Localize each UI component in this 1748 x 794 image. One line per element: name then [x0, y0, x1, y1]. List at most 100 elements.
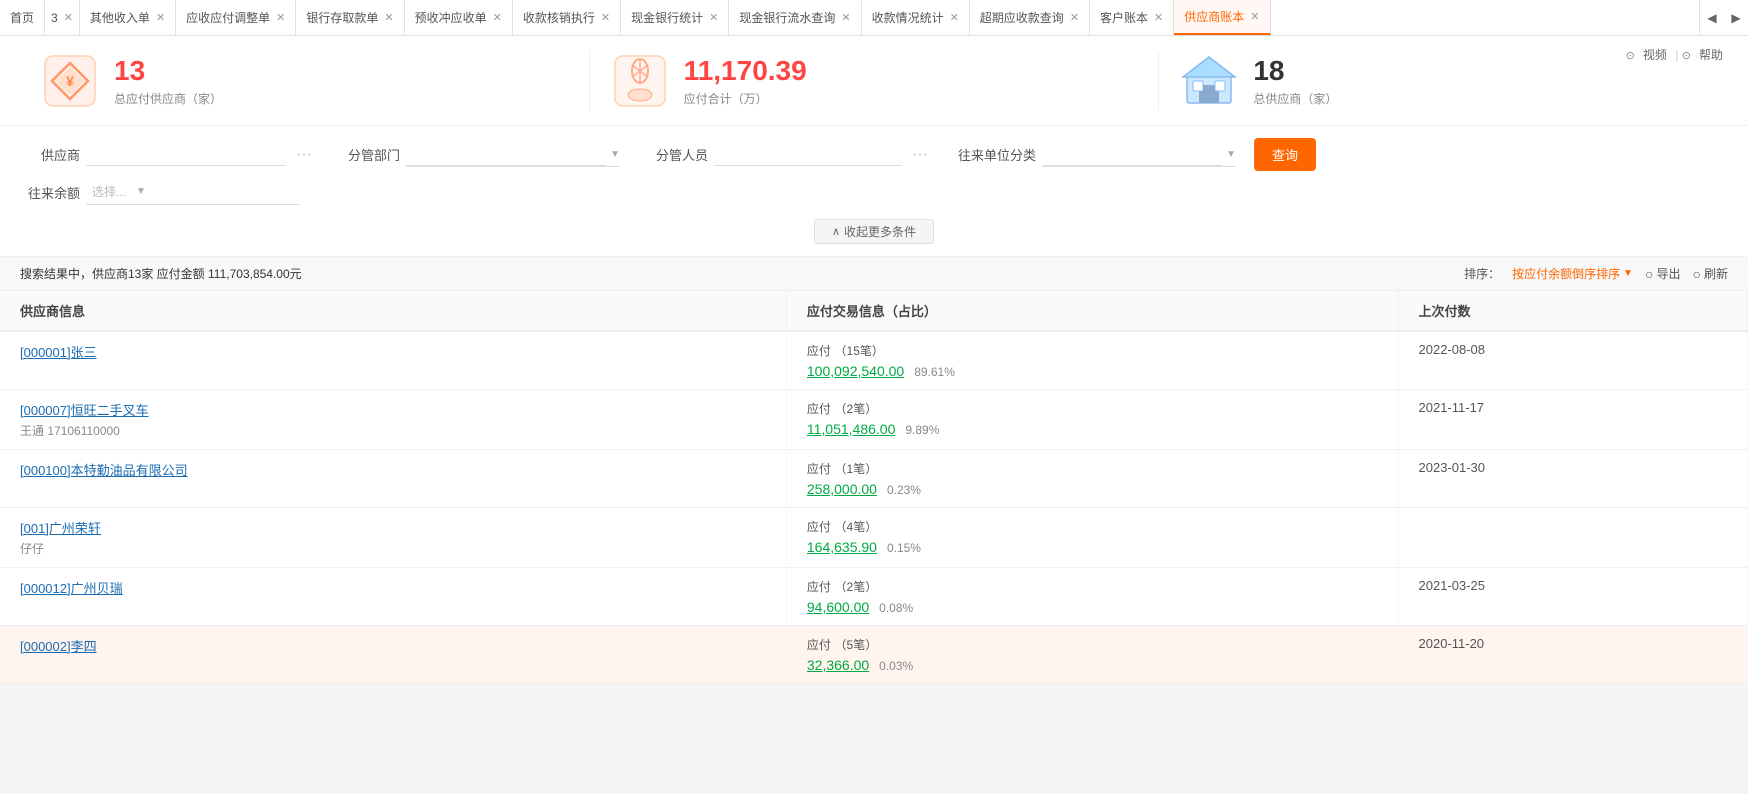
collapse-button[interactable]: ∧ 收起更多条件	[814, 219, 934, 244]
tab-3-label: 3	[51, 11, 58, 25]
tab-supplier-account[interactable]: 供应商账本 ✕	[1174, 0, 1270, 35]
cell-last-pay-1: 2021-11-17	[1398, 390, 1748, 450]
close-supplier-account[interactable]: ✕	[1250, 10, 1259, 23]
filter-balance: 往来余额 选择... ▼	[20, 179, 300, 205]
refresh-icon: ○	[1693, 266, 1701, 282]
stat-label-3: 总供应商（家）	[1253, 90, 1337, 107]
refresh-label: 刷新	[1704, 265, 1728, 282]
help-link[interactable]: 帮助	[1699, 48, 1723, 62]
tab-collect-stat-label: 收款情况统计	[872, 9, 944, 26]
filter-person-label: 分管人员	[648, 145, 708, 164]
tab-cash-bank-flow[interactable]: 现金银行流水查询 ✕	[729, 0, 861, 35]
close-collect-verify[interactable]: ✕	[601, 11, 610, 24]
cell-last-pay-5: 2020-11-20	[1398, 626, 1748, 684]
payable-amount-row-5: 32,366.000.03%	[807, 657, 1378, 673]
filter-supplier-input[interactable]	[86, 143, 286, 166]
filter-balance-placeholder[interactable]: 选择...	[86, 179, 132, 204]
payable-amount-1[interactable]: 11,051,486.00	[807, 421, 896, 437]
table-row: [000012]广州贝瑞应付 （2笔）94,600.000.08%2021-03…	[0, 568, 1748, 626]
close-ap-adjust[interactable]: ✕	[276, 11, 285, 24]
cell-last-pay-4: 2021-03-25	[1398, 568, 1748, 626]
tab-advance-collect[interactable]: 预收冲应收单 ✕	[405, 0, 513, 35]
stat-info-3: 18 总供应商（家）	[1253, 54, 1337, 107]
stats-bar: ¥ 13 总应付供应商（家）	[0, 36, 1748, 126]
close-advance-collect[interactable]: ✕	[493, 11, 502, 24]
filter-supplier-label: 供应商	[20, 145, 80, 164]
tab-collect-verify[interactable]: 收款核销执行 ✕	[513, 0, 621, 35]
tab-ap-adjust[interactable]: 应收应付调整单 ✕	[176, 0, 296, 35]
supplier-link-1[interactable]: [000007]恒旺二手叉车	[20, 403, 149, 418]
nav-arrow-left[interactable]: ◀	[1700, 0, 1724, 36]
video-link[interactable]: 视频	[1643, 48, 1667, 62]
close-cash-bank-flow[interactable]: ✕	[841, 11, 850, 24]
tab-collect-stat[interactable]: 收款情况统计 ✕	[862, 0, 970, 35]
payable-amount-3[interactable]: 164,635.90	[807, 539, 877, 555]
sort-label: 排序：	[1464, 265, 1500, 282]
filter-unit-class: 往来单位分类 ▼	[956, 143, 1236, 167]
payable-percent-0: 89.61%	[914, 365, 955, 379]
close-cash-bank-stat[interactable]: ✕	[709, 11, 718, 24]
cell-payable-info-5: 应付 （5笔）32,366.000.03%	[786, 626, 1398, 684]
tab-customer-account[interactable]: 客户账本 ✕	[1090, 0, 1174, 35]
filter-supplier-more[interactable]: ···	[296, 146, 312, 164]
filter-unit-class-dropdown[interactable]: ▼	[1226, 149, 1236, 160]
close-customer-account[interactable]: ✕	[1154, 11, 1163, 24]
close-collect-stat[interactable]: ✕	[950, 11, 959, 24]
close-bank-deposit[interactable]: ✕	[384, 11, 393, 24]
export-icon: ○	[1645, 266, 1653, 282]
supplier-link-2[interactable]: [000100]本特勤油品有限公司	[20, 463, 188, 478]
tab-overdue-collect[interactable]: 超期应收款查询 ✕	[970, 0, 1090, 35]
cell-supplier-info-5: [000002]李四	[0, 626, 786, 684]
cell-payable-info-2: 应付 （1笔）258,000.000.23%	[786, 450, 1398, 508]
filter-supplier: 供应商 ···	[20, 143, 312, 166]
supplier-link-5[interactable]: [000002]李四	[20, 639, 97, 654]
close-tab-3[interactable]: ✕	[64, 11, 73, 24]
filter-dept-label: 分管部门	[340, 145, 400, 164]
tab-other-income[interactable]: 其他收入单 ✕	[80, 0, 176, 35]
export-button[interactable]: ○ 导出	[1645, 265, 1680, 282]
filter-dept-dropdown-icon[interactable]: ▼	[610, 149, 620, 160]
refresh-button[interactable]: ○ 刷新	[1693, 265, 1728, 282]
supplier-link-4[interactable]: [000012]广州贝瑞	[20, 581, 123, 596]
tab-3[interactable]: 3 ✕	[45, 0, 80, 35]
filter-unit-class-input[interactable]	[1042, 143, 1222, 166]
payable-amount-0[interactable]: 100,092,540.00	[807, 363, 904, 379]
cell-supplier-info-3: [001]广州荣轩仔仔	[0, 508, 786, 568]
filter-dept: 分管部门 ▼	[340, 143, 620, 167]
cell-supplier-info-4: [000012]广州贝瑞	[0, 568, 786, 626]
filter-dept-input[interactable]	[406, 143, 606, 166]
close-overdue-collect[interactable]: ✕	[1070, 11, 1079, 24]
stat-num-1: 13	[114, 54, 222, 88]
sort-dropdown-icon[interactable]: ▼	[1623, 268, 1633, 279]
sort-select[interactable]: 按应付余额倒序排序 ▼	[1512, 265, 1633, 282]
filter-person-input[interactable]	[714, 143, 902, 166]
filter-balance-dropdown[interactable]: ▼	[136, 186, 146, 197]
tab-bank-deposit[interactable]: 银行存取款单 ✕	[296, 0, 404, 35]
col-header-payable: 应付交易信息（占比）	[786, 291, 1398, 331]
tab-ap-adjust-label: 应收应付调整单	[186, 9, 270, 26]
stat-num-2: 11,170.39	[684, 54, 807, 88]
filter-balance-label: 往来余额	[20, 183, 80, 202]
top-navigation: 首页 3 ✕ 其他收入单 ✕ 应收应付调整单 ✕ 银行存取款单 ✕ 预收冲应收单…	[0, 0, 1748, 36]
tab-customer-account-label: 客户账本	[1100, 9, 1148, 26]
tab-home[interactable]: 首页	[0, 0, 45, 35]
tab-other-income-label: 其他收入单	[90, 9, 150, 26]
search-button[interactable]: 查询	[1254, 138, 1316, 171]
filter-unit-class-wrapper: ▼	[1042, 143, 1236, 167]
supplier-link-0[interactable]: [000001]张三	[20, 345, 97, 360]
close-other-income[interactable]: ✕	[156, 11, 165, 24]
payable-amount-2[interactable]: 258,000.00	[807, 481, 877, 497]
supplier-link-3[interactable]: [001]广州荣轩	[20, 521, 101, 536]
result-bar: 搜索结果中，供应商13家 应付金额 111,703,854.00元 排序： 按应…	[0, 257, 1748, 291]
table-row: [001]广州荣轩仔仔应付 （4笔）164,635.900.15%	[0, 508, 1748, 568]
filter-row-2: 往来余额 选择... ▼	[20, 179, 1728, 205]
stat-icon-2	[610, 51, 670, 111]
payable-amount-5[interactable]: 32,366.00	[807, 657, 869, 673]
tab-overdue-collect-label: 超期应收款查询	[980, 9, 1064, 26]
payable-amount-4[interactable]: 94,600.00	[807, 599, 869, 615]
table-header: 供应商信息 应付交易信息（占比） 上次付数	[0, 291, 1748, 331]
tab-cash-bank-stat[interactable]: 现金银行统计 ✕	[621, 0, 729, 35]
payable-amount-row-2: 258,000.000.23%	[807, 481, 1378, 497]
nav-arrow-right[interactable]: ▶	[1724, 0, 1748, 36]
filter-person-more[interactable]: ···	[912, 146, 928, 164]
